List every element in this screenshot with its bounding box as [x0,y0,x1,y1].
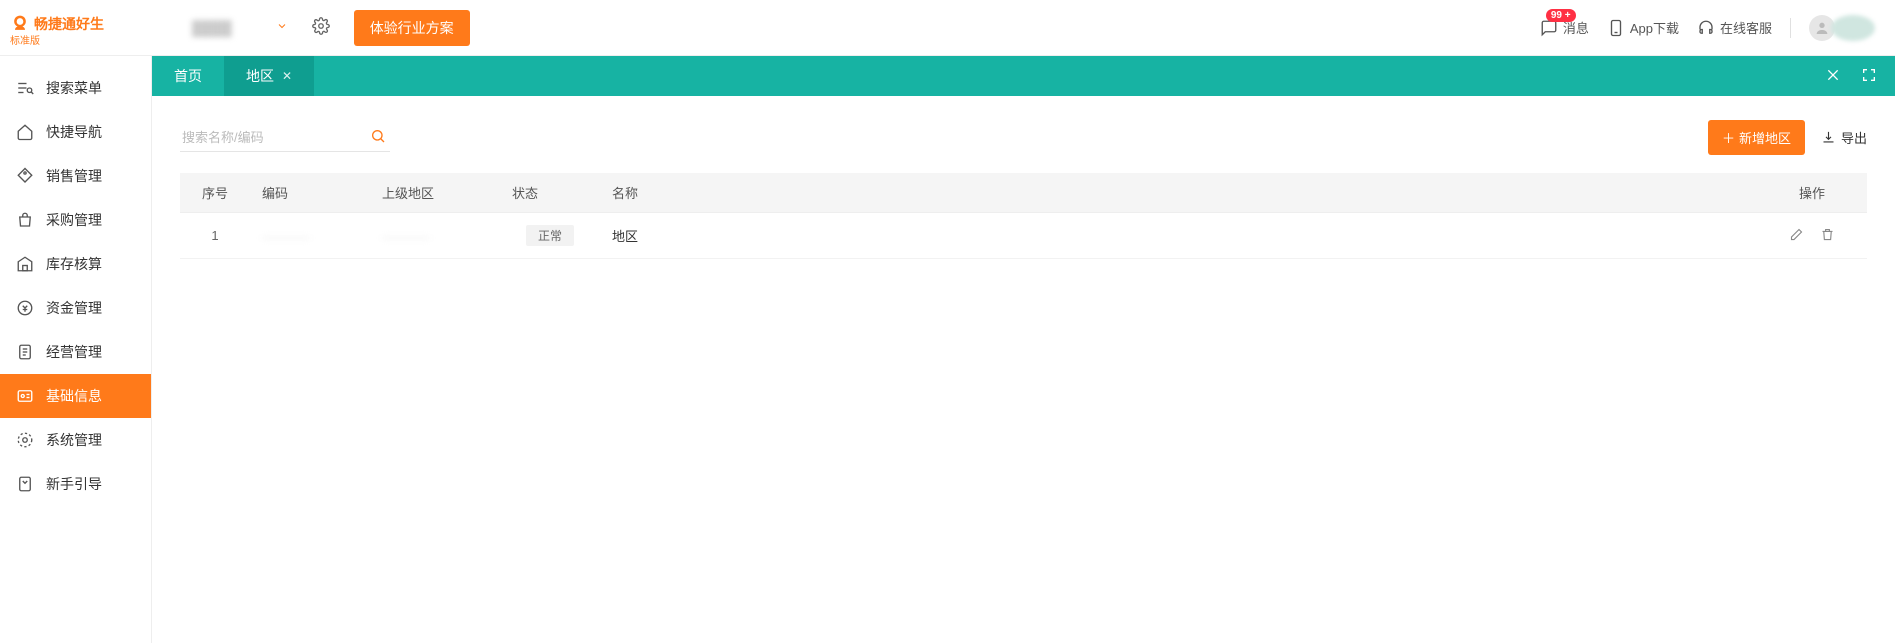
add-region-button[interactable]: ＋ 新增地区 [1708,120,1805,155]
top-header: 畅捷通好生 标准版 ████ 体验行业方案 99 + 消息 App下载 在线客服 [0,0,1895,56]
sidebar-item-business[interactable]: 经营管理 [0,330,151,374]
cell-ops [1757,213,1867,259]
col-ops: 操作 [1757,173,1867,213]
sidebar-item-sales[interactable]: 销售管理 [0,154,151,198]
sidebar-item-label: 资金管理 [46,298,102,318]
status-badge: 正常 [526,225,574,246]
home-icon [16,123,34,141]
messages-button[interactable]: 99 + 消息 [1540,18,1589,37]
region-table: 序号 编码 上级地区 状态 名称 操作 1 正常 地区 [180,173,1867,259]
toolbar: ＋ 新增地区 导出 [180,120,1867,155]
app-download-button[interactable]: App下载 [1607,18,1679,37]
sidebar-item-funds[interactable]: 资金管理 [0,286,151,330]
gear-icon[interactable] [308,13,334,42]
plus-icon: ＋ [1722,128,1735,147]
tab-label: 地区 [246,66,274,86]
sidebar-item-basicinfo[interactable]: 基础信息 [0,374,151,418]
sidebar-item-label: 基础信息 [46,386,102,406]
online-service-label: 在线客服 [1720,18,1772,37]
delete-icon[interactable] [1820,227,1835,245]
sidebar-item-label: 销售管理 [46,166,102,186]
main-area: 首页 地区 ✕ [152,56,1895,643]
company-name: ████ [162,18,262,38]
close-all-icon[interactable] [1821,63,1845,90]
divider [1790,18,1791,38]
col-seq: 序号 [180,173,250,213]
card-icon [16,387,34,405]
search-input[interactable] [180,124,390,151]
sidebar: 搜索菜单 快捷导航 销售管理 采购管理 库存核算 资金管理 经营管理 基础信息 [0,56,152,643]
sidebar-item-inventory[interactable]: 库存核算 [0,242,151,286]
logo-area: 畅捷通好生 标准版 [0,8,152,47]
cell-parent [370,213,500,259]
close-icon[interactable]: ✕ [282,69,292,83]
sidebar-item-search-menu[interactable]: 搜索菜单 [0,66,151,110]
tab-home[interactable]: 首页 [152,56,224,96]
tab-region[interactable]: 地区 ✕ [224,56,314,96]
clipboard-icon [16,343,34,361]
money-icon [16,299,34,317]
cell-seq: 1 [180,213,250,259]
sidebar-item-label: 新手引导 [46,474,102,494]
sidebar-item-label: 搜索菜单 [46,78,102,98]
col-status: 状态 [500,173,600,213]
cell-status: 正常 [500,213,600,259]
header-right: 99 + 消息 App下载 在线客服 [1540,15,1875,41]
add-region-label: 新增地区 [1739,128,1791,147]
table-row: 1 正常 地区 [180,213,1867,259]
online-service-button[interactable]: 在线客服 [1697,18,1772,37]
guide-icon [16,475,34,493]
app-download-label: App下载 [1630,18,1679,37]
tag-icon [16,167,34,185]
fullscreen-icon[interactable] [1857,63,1881,90]
sidebar-item-label: 采购管理 [46,210,102,230]
chevron-down-icon[interactable] [272,16,292,39]
content-area: ＋ 新增地区 导出 序号 编码 上级地区 状态 名称 [152,96,1895,283]
search-icon[interactable] [370,128,386,147]
export-icon [1821,130,1836,145]
sidebar-item-quicknav[interactable]: 快捷导航 [0,110,151,154]
avatar-group[interactable] [1809,15,1875,41]
sidebar-item-guide[interactable]: 新手引导 [0,462,151,506]
sidebar-item-label: 快捷导航 [46,122,102,142]
phone-icon [1607,19,1625,37]
cell-name: 地区 [600,213,1757,259]
cell-code [250,213,370,259]
edit-icon[interactable] [1789,227,1804,245]
sidebar-item-label: 库存核算 [46,254,102,274]
messages-badge: 99 + [1546,9,1576,22]
col-parent: 上级地区 [370,173,500,213]
company-selector: ████ [162,13,334,42]
edition-label: 标准版 [10,32,40,47]
warehouse-icon [16,255,34,273]
sidebar-item-purchase[interactable]: 采购管理 [0,198,151,242]
search-wrap [180,124,390,152]
col-name: 名称 [600,173,1757,213]
tab-label: 首页 [174,66,202,86]
search-menu-icon [16,79,34,97]
export-label: 导出 [1841,128,1867,147]
bag-icon [16,211,34,229]
headset-icon [1697,19,1715,37]
sidebar-item-label: 系统管理 [46,430,102,450]
system-icon [16,431,34,449]
avatar-blurred [1831,15,1875,41]
logo-icon [10,14,30,34]
industry-plan-button[interactable]: 体验行业方案 [354,10,470,46]
sidebar-item-system[interactable]: 系统管理 [0,418,151,462]
logo-text: 畅捷通好生 [34,14,104,34]
sidebar-item-label: 经营管理 [46,342,102,362]
export-button[interactable]: 导出 [1821,128,1867,147]
tab-bar: 首页 地区 ✕ [152,56,1895,96]
col-code: 编码 [250,173,370,213]
